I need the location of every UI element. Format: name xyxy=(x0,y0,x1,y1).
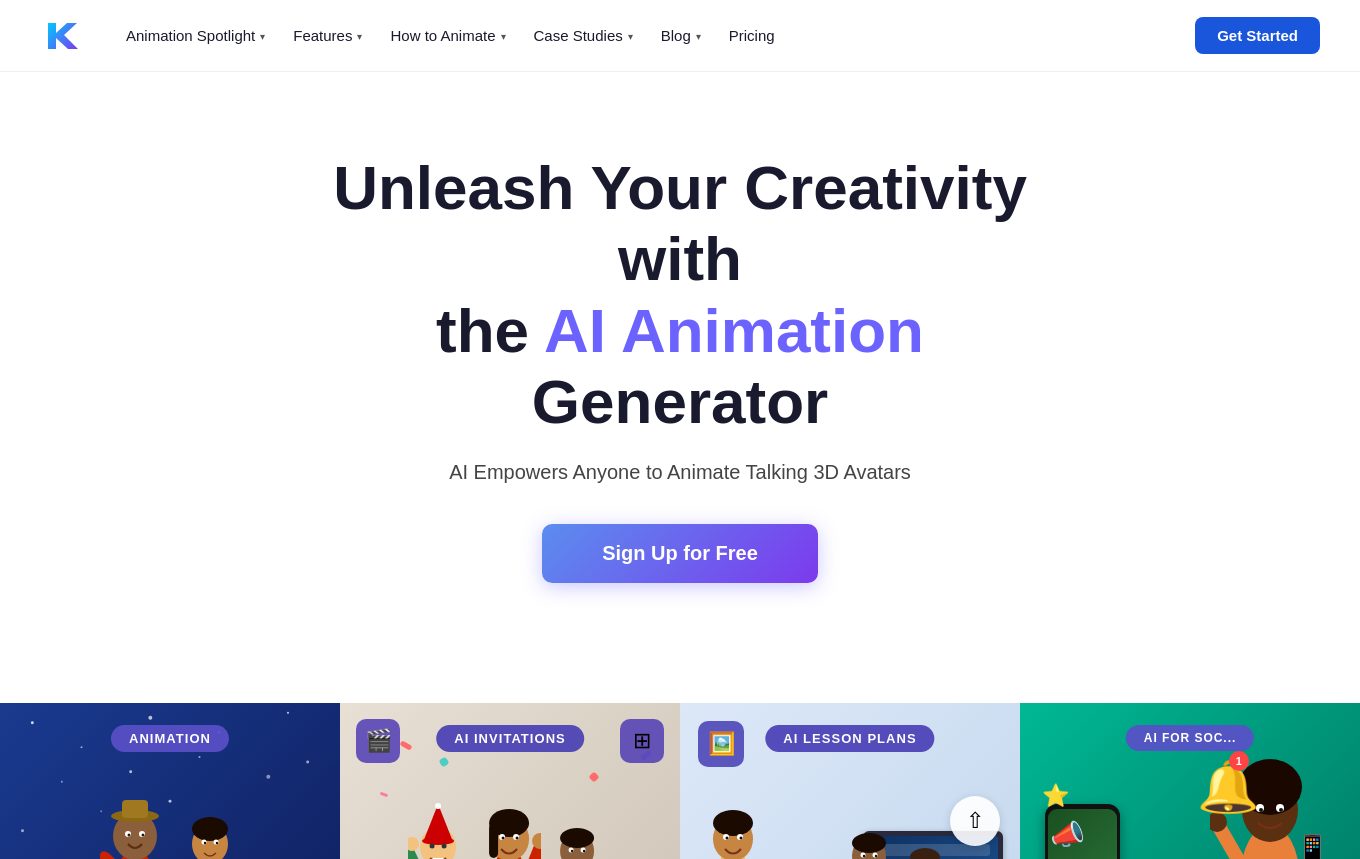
kid-1-avatar xyxy=(841,799,896,859)
signup-button[interactable]: Sign Up for Free xyxy=(542,524,818,583)
megaphone-icon: 📣 xyxy=(1050,818,1085,851)
chevron-down-icon: ▾ xyxy=(696,31,701,42)
svg-point-39 xyxy=(430,844,435,849)
svg-marker-36 xyxy=(423,804,453,842)
svg-rect-19 xyxy=(122,800,148,818)
social-media-icon: 📱 xyxy=(1295,833,1330,859)
third-avatar xyxy=(549,794,604,859)
svg-point-99 xyxy=(1279,808,1283,812)
share-icon[interactable]: ⇧ xyxy=(950,796,1000,846)
svg-point-77 xyxy=(852,833,886,853)
kid-2-avatar xyxy=(900,819,950,859)
get-started-button[interactable]: Get Started xyxy=(1195,17,1320,54)
chevron-down-icon: ▾ xyxy=(501,31,506,42)
card-3-label: AI LESSON PLANS xyxy=(765,725,934,752)
hero-section: Unleash Your Creativity with the AI Anim… xyxy=(0,72,1360,623)
elf-avatar xyxy=(408,784,468,859)
chevron-down-icon: ▾ xyxy=(357,31,362,42)
hero-title: Unleash Your Creativity with the AI Anim… xyxy=(290,152,1070,437)
svg-point-31 xyxy=(216,842,218,844)
svg-point-52 xyxy=(516,837,519,840)
svg-point-30 xyxy=(204,842,206,844)
avatar-1 xyxy=(100,764,170,859)
card-1-label: ANIMATION xyxy=(111,725,229,752)
svg-point-40 xyxy=(442,844,447,849)
nav-item-pricing[interactable]: Pricing xyxy=(717,19,787,52)
svg-point-23 xyxy=(142,834,145,837)
svg-point-38 xyxy=(435,803,441,809)
svg-point-11 xyxy=(21,830,24,833)
svg-point-9 xyxy=(199,756,201,758)
svg-point-37 xyxy=(422,837,454,845)
card-social[interactable]: AI FOR SOC... 🔔 1 📣 📱 ⭐ xyxy=(1020,703,1360,859)
svg-point-71 xyxy=(726,837,729,840)
svg-point-1 xyxy=(31,721,34,724)
card-2-label: AI INVITATIONS xyxy=(436,725,584,752)
svg-point-5 xyxy=(287,712,289,714)
grid-icon: ⊞ xyxy=(620,719,664,763)
svg-point-22 xyxy=(128,834,131,837)
svg-point-7 xyxy=(61,781,63,783)
svg-point-3 xyxy=(148,716,152,720)
hero-subtitle: AI Empowers Anyone to Animate Talking 3D… xyxy=(449,461,911,484)
svg-point-2 xyxy=(81,746,83,748)
video-icon: 🎬 xyxy=(356,719,400,763)
svg-point-54 xyxy=(532,833,541,849)
svg-point-27 xyxy=(192,817,228,841)
svg-point-42 xyxy=(408,837,419,851)
svg-point-59 xyxy=(560,828,594,848)
chevron-down-icon: ▾ xyxy=(260,31,265,42)
svg-point-62 xyxy=(571,850,573,852)
chevron-down-icon: ▾ xyxy=(628,31,633,42)
svg-point-98 xyxy=(1259,808,1263,812)
svg-point-68 xyxy=(713,810,753,836)
svg-point-86 xyxy=(910,848,940,859)
svg-point-51 xyxy=(502,837,505,840)
star-icon: ⭐ xyxy=(1042,783,1069,809)
nav-item-features[interactable]: Features ▾ xyxy=(281,19,374,52)
avatar-2 xyxy=(180,779,240,859)
card-animation[interactable]: ANIMATION xyxy=(0,703,340,859)
image-icon: 🖼️ xyxy=(698,721,744,767)
card-invitations[interactable]: AI INVITATIONS 🎬 ⊞ 🎙️ xyxy=(340,703,680,859)
cards-row: ANIMATION xyxy=(0,703,1360,859)
svg-point-63 xyxy=(583,850,585,852)
nav-items: Animation Spotlight ▾ Features ▾ How to … xyxy=(114,19,787,52)
nav-item-how-to-animate[interactable]: How to Animate ▾ xyxy=(378,19,517,52)
navbar: Animation Spotlight ▾ Features ▾ How to … xyxy=(0,0,1360,72)
svg-point-81 xyxy=(875,855,877,857)
nav-item-blog[interactable]: Blog ▾ xyxy=(649,19,713,52)
svg-point-80 xyxy=(863,855,865,857)
female-avatar xyxy=(476,769,541,859)
svg-rect-48 xyxy=(489,823,498,858)
bell-icon: 🔔 xyxy=(1197,758,1259,816)
nav-item-case-studies[interactable]: Case Studies ▾ xyxy=(522,19,645,52)
notification-badge: 1 xyxy=(1229,751,1249,771)
card-4-label: AI FOR SOC... xyxy=(1126,725,1254,751)
card-lesson-plans[interactable]: AI LESSON PLANS ⇧ 🖼️ xyxy=(680,703,1020,859)
teacher-avatar xyxy=(700,769,765,859)
logo-icon[interactable] xyxy=(40,15,82,57)
svg-point-72 xyxy=(740,837,743,840)
nav-item-animation-spotlight[interactable]: Animation Spotlight ▾ xyxy=(114,19,277,52)
svg-point-6 xyxy=(306,761,309,764)
svg-point-10 xyxy=(266,775,270,779)
